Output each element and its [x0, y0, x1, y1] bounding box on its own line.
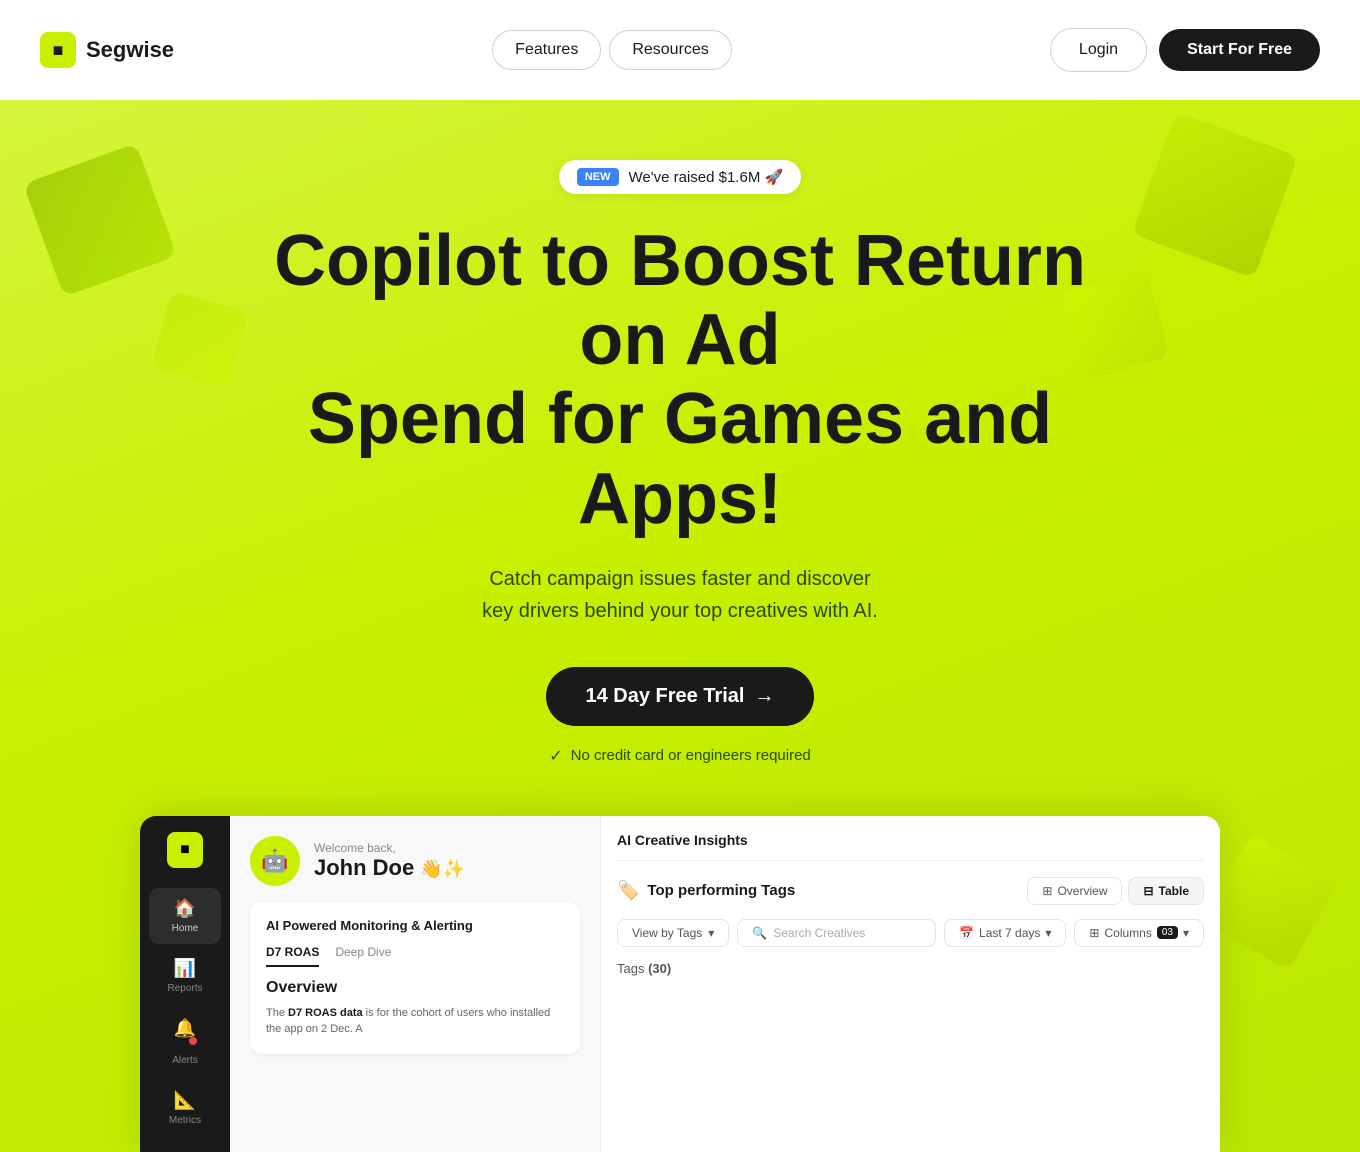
columns-chevron: ▾ [1183, 926, 1189, 940]
trial-button-arrow: → [754, 685, 774, 708]
tags-count-row: Tags (30) [617, 961, 1204, 976]
columns-count-badge: 03 [1157, 926, 1178, 939]
nav-actions: Login Start For Free [1050, 28, 1320, 72]
top-tags-title: 🏷️ Top performing Tags [617, 880, 795, 901]
tab-deepdive[interactable]: Deep Dive [335, 945, 391, 967]
table-icon: ⊟ [1143, 884, 1153, 898]
columns-icon: ⊞ [1089, 926, 1099, 940]
view-by-tags-button[interactable]: View by Tags ▾ [617, 919, 729, 947]
sidebar-item-reports[interactable]: 📊 Reports [149, 948, 221, 1004]
logo-text: Segwise [86, 37, 174, 63]
user-avatar: 🤖 [250, 836, 300, 886]
card-title: AI Powered Monitoring & Alerting [266, 918, 564, 933]
badge-new-label: NEW [577, 168, 619, 186]
desc-bold: D7 ROAS data [288, 1007, 363, 1019]
navbar: ■ Segwise Features Resources Login Start… [0, 0, 1360, 100]
search-creatives-input[interactable]: 🔍 Search Creatives [737, 919, 936, 947]
hero-title-line2: Spend for Games and Apps! [308, 379, 1052, 538]
nav-resources[interactable]: Resources [609, 30, 731, 70]
deco-cube-tr [1132, 112, 1299, 279]
dropdown-icon: ▾ [708, 926, 714, 940]
columns-label: Columns [1104, 926, 1151, 940]
hero-subtitle: Catch campaign issues faster and discove… [482, 563, 878, 627]
alerts-icon: 🔔 [174, 1018, 196, 1039]
tab-d7roas[interactable]: D7 ROAS [266, 945, 319, 967]
alerts-dot [189, 1037, 197, 1045]
hero-subtitle-line2: key drivers behind your top creatives wi… [482, 600, 878, 622]
tag-emoji: 🏷️ [617, 880, 639, 901]
section-title: Overview [266, 979, 564, 997]
table-label: Table [1159, 884, 1189, 898]
wave-emoji: 👋✨ [420, 859, 465, 879]
tags-count: (30) [648, 961, 671, 976]
hero-title-line1: Copilot to Boost Return on Ad [274, 221, 1086, 380]
start-button[interactable]: Start For Free [1159, 29, 1320, 71]
last-days-button[interactable]: 📅 Last 7 days ▾ [944, 919, 1066, 947]
trial-button-label: 14 Day Free Trial [586, 685, 745, 708]
nav-links: Features Resources [492, 30, 732, 70]
logo: ■ Segwise [40, 32, 174, 68]
logo-icon: ■ [40, 32, 76, 68]
overview-icon: ⊞ [1042, 884, 1052, 898]
check-icon: ✓ [549, 746, 562, 766]
top-tags-label: Top performing Tags [647, 882, 795, 899]
columns-button[interactable]: ⊞ Columns 03 ▾ [1074, 919, 1204, 947]
last-days-chevron: ▾ [1045, 926, 1051, 940]
view-overview-button[interactable]: ⊞ Overview [1027, 877, 1122, 905]
hero-badge: NEW We've raised $1.6M 🚀 [559, 160, 801, 194]
search-placeholder: Search Creatives [773, 926, 865, 940]
hero-section: NEW We've raised $1.6M 🚀 Copilot to Boos… [0, 100, 1360, 1152]
view-table-button[interactable]: ⊟ Table [1128, 877, 1204, 905]
insights-header: AI Creative Insights [617, 832, 1204, 861]
search-icon: 🔍 [752, 926, 767, 940]
card-description: The D7 ROAS data is for the cohort of us… [266, 1005, 564, 1038]
app-sidebar: ■ 🏠 Home 📊 Reports 🔔 Alerts 📐 Metrics [140, 816, 230, 1152]
sidebar-home-label: Home [172, 923, 199, 934]
hero-note: ✓ No credit card or engineers required [549, 746, 811, 766]
deco-cube-tl [23, 143, 177, 297]
tags-label: Tags [617, 961, 644, 976]
sidebar-alerts-label: Alerts [172, 1055, 198, 1066]
trial-button[interactable]: 14 Day Free Trial → [546, 667, 815, 726]
hero-note-text: No credit card or engineers required [571, 747, 811, 764]
deco-cube-br [1202, 833, 1339, 970]
top-tags-header: 🏷️ Top performing Tags ⊞ Overview ⊟ Tabl… [617, 877, 1204, 905]
login-button[interactable]: Login [1050, 28, 1147, 72]
desc-start: The [266, 1007, 288, 1019]
welcome-section: 🤖 Welcome back, John Doe 👋✨ [250, 836, 580, 886]
sidebar-reports-label: Reports [167, 983, 202, 994]
card-tabs: D7 ROAS Deep Dive [266, 945, 564, 967]
home-icon: 🏠 [174, 898, 196, 919]
reports-icon: 📊 [174, 958, 196, 979]
sidebar-metrics-label: Metrics [169, 1115, 201, 1126]
app-right-panel: AI Creative Insights 🏷️ Top performing T… [600, 816, 1220, 1152]
metrics-icon: 📐 [174, 1090, 196, 1111]
last-days-label: Last 7 days [979, 926, 1040, 940]
sidebar-item-alerts[interactable]: 🔔 Alerts [149, 1008, 221, 1076]
welcome-text: Welcome back, John Doe 👋✨ [314, 841, 465, 881]
badge-text: We've raised $1.6M 🚀 [629, 168, 784, 186]
nav-features[interactable]: Features [492, 30, 601, 70]
greeting-text: Welcome back, [314, 841, 465, 855]
monitoring-card: AI Powered Monitoring & Alerting D7 ROAS… [250, 902, 580, 1054]
sidebar-logo-icon: ■ [167, 832, 203, 868]
toolbar-row: View by Tags ▾ 🔍 Search Creatives 📅 Last… [617, 919, 1204, 947]
app-left-panel: 🤖 Welcome back, John Doe 👋✨ AI Powered M… [230, 816, 600, 1152]
hero-subtitle-line1: Catch campaign issues faster and discove… [489, 568, 870, 590]
view-by-tags-label: View by Tags [632, 926, 702, 940]
calendar-icon: 📅 [959, 926, 974, 940]
sidebar-item-home[interactable]: 🏠 Home [149, 888, 221, 944]
hero-title: Copilot to Boost Return on Ad Spend for … [230, 222, 1130, 539]
overview-label: Overview [1057, 884, 1107, 898]
view-buttons: ⊞ Overview ⊟ Table [1027, 877, 1204, 905]
sidebar-item-metrics[interactable]: 📐 Metrics [149, 1080, 221, 1136]
app-preview: ■ 🏠 Home 📊 Reports 🔔 Alerts 📐 Metrics [140, 816, 1220, 1152]
